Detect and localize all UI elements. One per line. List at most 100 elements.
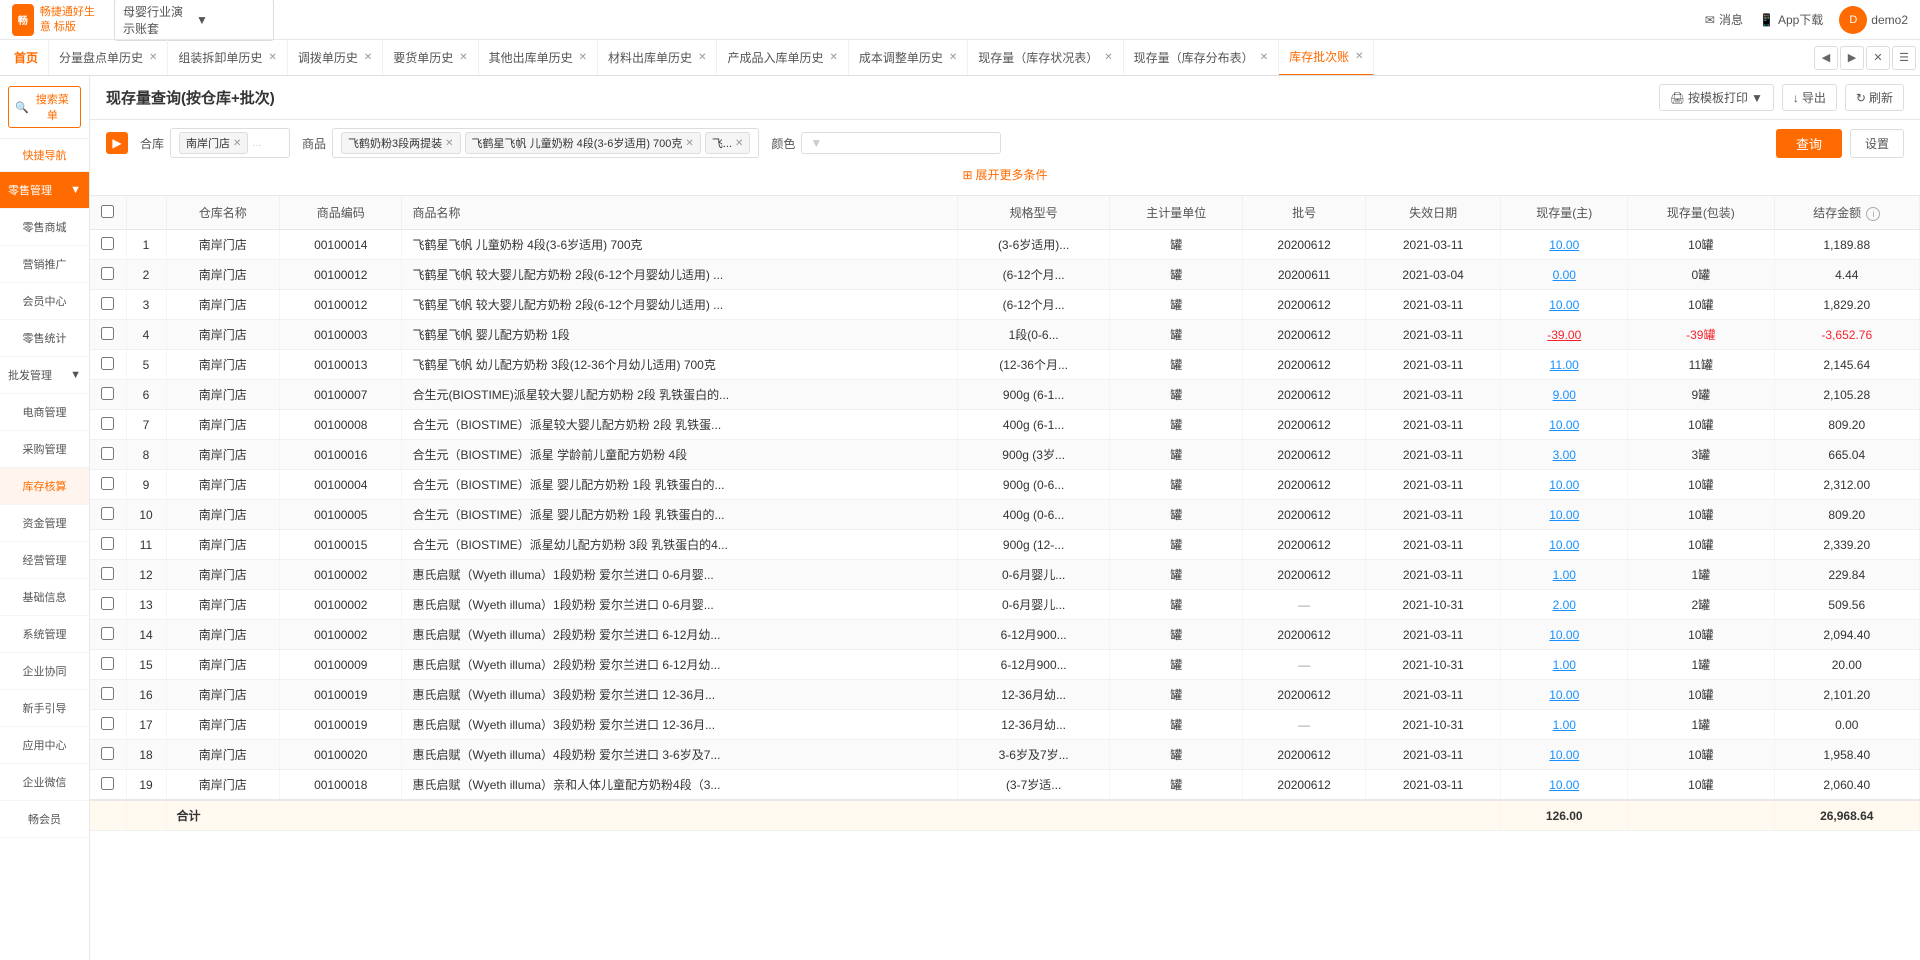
row-checkbox[interactable] xyxy=(101,417,114,430)
row-stock-main[interactable]: 10.00 xyxy=(1501,680,1628,710)
nav-prev[interactable]: ◀ xyxy=(1814,46,1838,70)
row-checkbox[interactable] xyxy=(101,567,114,580)
row-stock-main[interactable]: 10.00 xyxy=(1501,770,1628,801)
row-checkbox[interactable] xyxy=(101,477,114,490)
row-checkbox[interactable] xyxy=(101,657,114,670)
tab-cost-adjust[interactable]: 成本调整单历史 ✕ xyxy=(849,40,968,76)
row-checkbox[interactable] xyxy=(101,597,114,610)
close-tab-sales-order[interactable]: ✕ xyxy=(459,52,467,63)
row-checkbox-cell[interactable] xyxy=(90,590,126,620)
sidebar-item-app-center[interactable]: 应用中心 xyxy=(0,727,89,764)
export-btn[interactable]: ↓ 导出 xyxy=(1782,84,1837,111)
tab-stock-dist[interactable]: 现存量（库存分布表） ✕ xyxy=(1124,40,1279,76)
tab-material-out[interactable]: 材料出库单历史 ✕ xyxy=(598,40,717,76)
product-input[interactable]: 飞鹤奶粉3段两提装 ✕ 飞鹤星飞帆 儿童奶粉 4段(3-6岁适用) 700克 ✕… xyxy=(332,128,759,158)
close-tab-material-out[interactable]: ✕ xyxy=(698,52,706,63)
sidebar-item-operations[interactable]: 经营管理 xyxy=(0,542,89,579)
tab-product-in[interactable]: 产成品入库单历史 ✕ xyxy=(717,40,848,76)
sidebar-item-finance[interactable]: 资金管理 xyxy=(0,505,89,542)
expand-conditions-btn[interactable]: ⊞ 展开更多条件 xyxy=(962,166,1047,183)
query-btn[interactable]: 查询 xyxy=(1776,129,1842,158)
row-checkbox-cell[interactable] xyxy=(90,560,126,590)
product-tag-0-close[interactable]: ✕ xyxy=(445,138,453,149)
row-checkbox-cell[interactable] xyxy=(90,530,126,560)
row-checkbox-cell[interactable] xyxy=(90,680,126,710)
row-checkbox[interactable] xyxy=(101,537,114,550)
row-stock-main[interactable]: 2.00 xyxy=(1501,590,1628,620)
row-checkbox[interactable] xyxy=(101,297,114,310)
select-all-checkbox[interactable] xyxy=(101,205,114,218)
refresh-btn[interactable]: ↻ 刷新 xyxy=(1845,84,1904,111)
tab-other-out[interactable]: 其他出库单历史 ✕ xyxy=(479,40,598,76)
row-checkbox[interactable] xyxy=(101,777,114,790)
sidebar-item-retail-mgmt[interactable]: 零售管理 ▼ xyxy=(0,172,89,209)
row-stock-main[interactable]: 1.00 xyxy=(1501,560,1628,590)
row-stock-main[interactable]: 10.00 xyxy=(1501,530,1628,560)
sidebar-item-guide[interactable]: 新手引导 xyxy=(0,690,89,727)
sidebar-item-retail-stats[interactable]: 零售统计 xyxy=(0,320,89,357)
warehouse-tag-close[interactable]: ✕ xyxy=(233,138,241,149)
col-checkbox[interactable] xyxy=(90,196,126,230)
row-stock-main[interactable]: 11.00 xyxy=(1501,350,1628,380)
user-menu[interactable]: D demo2 xyxy=(1839,6,1908,34)
close-tab-other-out[interactable]: ✕ xyxy=(579,52,587,63)
row-checkbox[interactable] xyxy=(101,687,114,700)
row-checkbox-cell[interactable] xyxy=(90,470,126,500)
warehouse-input[interactable]: 南岸门店 ✕ ... xyxy=(170,128,290,158)
sidebar-item-purchase[interactable]: 采购管理 xyxy=(0,431,89,468)
balance-info-icon[interactable]: i xyxy=(1866,207,1880,221)
row-checkbox-cell[interactable] xyxy=(90,290,126,320)
close-tab-stock-status[interactable]: ✕ xyxy=(1104,52,1112,63)
row-stock-main[interactable]: 1.00 xyxy=(1501,710,1628,740)
nav-menu[interactable]: ☰ xyxy=(1892,46,1916,70)
row-checkbox-cell[interactable] xyxy=(90,770,126,801)
row-checkbox-cell[interactable] xyxy=(90,230,126,260)
sidebar-item-basics[interactable]: 基础信息 xyxy=(0,579,89,616)
workspace-selector[interactable]: 母婴行业演示账套 ▼ xyxy=(114,0,274,41)
row-checkbox[interactable] xyxy=(101,507,114,520)
row-checkbox-cell[interactable] xyxy=(90,740,126,770)
row-stock-main[interactable]: -39.00 xyxy=(1501,320,1628,350)
close-tab-cost-adjust[interactable]: ✕ xyxy=(949,52,957,63)
row-checkbox[interactable] xyxy=(101,747,114,760)
row-stock-main[interactable]: 3.00 xyxy=(1501,440,1628,470)
row-checkbox[interactable] xyxy=(101,327,114,340)
message-btn[interactable]: ✉ 消息 xyxy=(1705,11,1743,28)
sidebar-item-enterprise[interactable]: 企业协同 xyxy=(0,653,89,690)
row-checkbox[interactable] xyxy=(101,717,114,730)
product-tag-2-close[interactable]: ✕ xyxy=(735,138,743,149)
row-checkbox-cell[interactable] xyxy=(90,440,126,470)
tab-batch-ledger[interactable]: 库存批次账 ✕ xyxy=(1279,40,1374,76)
sidebar-item-system[interactable]: 系统管理 xyxy=(0,616,89,653)
sidebar-item-wechat[interactable]: 企业微信 xyxy=(0,764,89,801)
sidebar-item-marketing[interactable]: 营销推广 xyxy=(0,246,89,283)
row-stock-main[interactable]: 10.00 xyxy=(1501,410,1628,440)
row-stock-main[interactable]: 10.00 xyxy=(1501,620,1628,650)
nav-next[interactable]: ▶ xyxy=(1840,46,1864,70)
close-tab-mix[interactable]: ✕ xyxy=(364,52,372,63)
row-stock-main[interactable]: 10.00 xyxy=(1501,290,1628,320)
app-download-btn[interactable]: 📱 App下载 xyxy=(1759,11,1823,28)
row-checkbox[interactable] xyxy=(101,387,114,400)
close-tab-stock-dist[interactable]: ✕ xyxy=(1260,52,1268,63)
row-checkbox-cell[interactable] xyxy=(90,410,126,440)
filter-toggle-btn[interactable]: ▶ xyxy=(106,132,128,154)
row-checkbox[interactable] xyxy=(101,447,114,460)
sidebar-item-member[interactable]: 会员中心 xyxy=(0,283,89,320)
row-stock-main[interactable]: 0.00 xyxy=(1501,260,1628,290)
row-checkbox-cell[interactable] xyxy=(90,650,126,680)
row-checkbox-cell[interactable] xyxy=(90,380,126,410)
print-btn[interactable]: 🖨 按模板打印 ▼ xyxy=(1659,84,1774,111)
row-checkbox[interactable] xyxy=(101,627,114,640)
row-checkbox[interactable] xyxy=(101,267,114,280)
row-stock-main[interactable]: 9.00 xyxy=(1501,380,1628,410)
row-stock-main[interactable]: 10.00 xyxy=(1501,740,1628,770)
quick-nav-btn[interactable]: 快捷导航 xyxy=(0,139,89,172)
close-tab-split-inventory[interactable]: ✕ xyxy=(149,52,157,63)
row-checkbox-cell[interactable] xyxy=(90,500,126,530)
row-stock-main[interactable]: 10.00 xyxy=(1501,500,1628,530)
sidebar-item-wholesale[interactable]: 批发管理 ▼ xyxy=(0,357,89,394)
tab-disassemble[interactable]: 组装拆卸单历史 ✕ xyxy=(168,40,287,76)
tab-home[interactable]: 首页 xyxy=(4,40,49,76)
product-tag-1-close[interactable]: ✕ xyxy=(685,138,693,149)
